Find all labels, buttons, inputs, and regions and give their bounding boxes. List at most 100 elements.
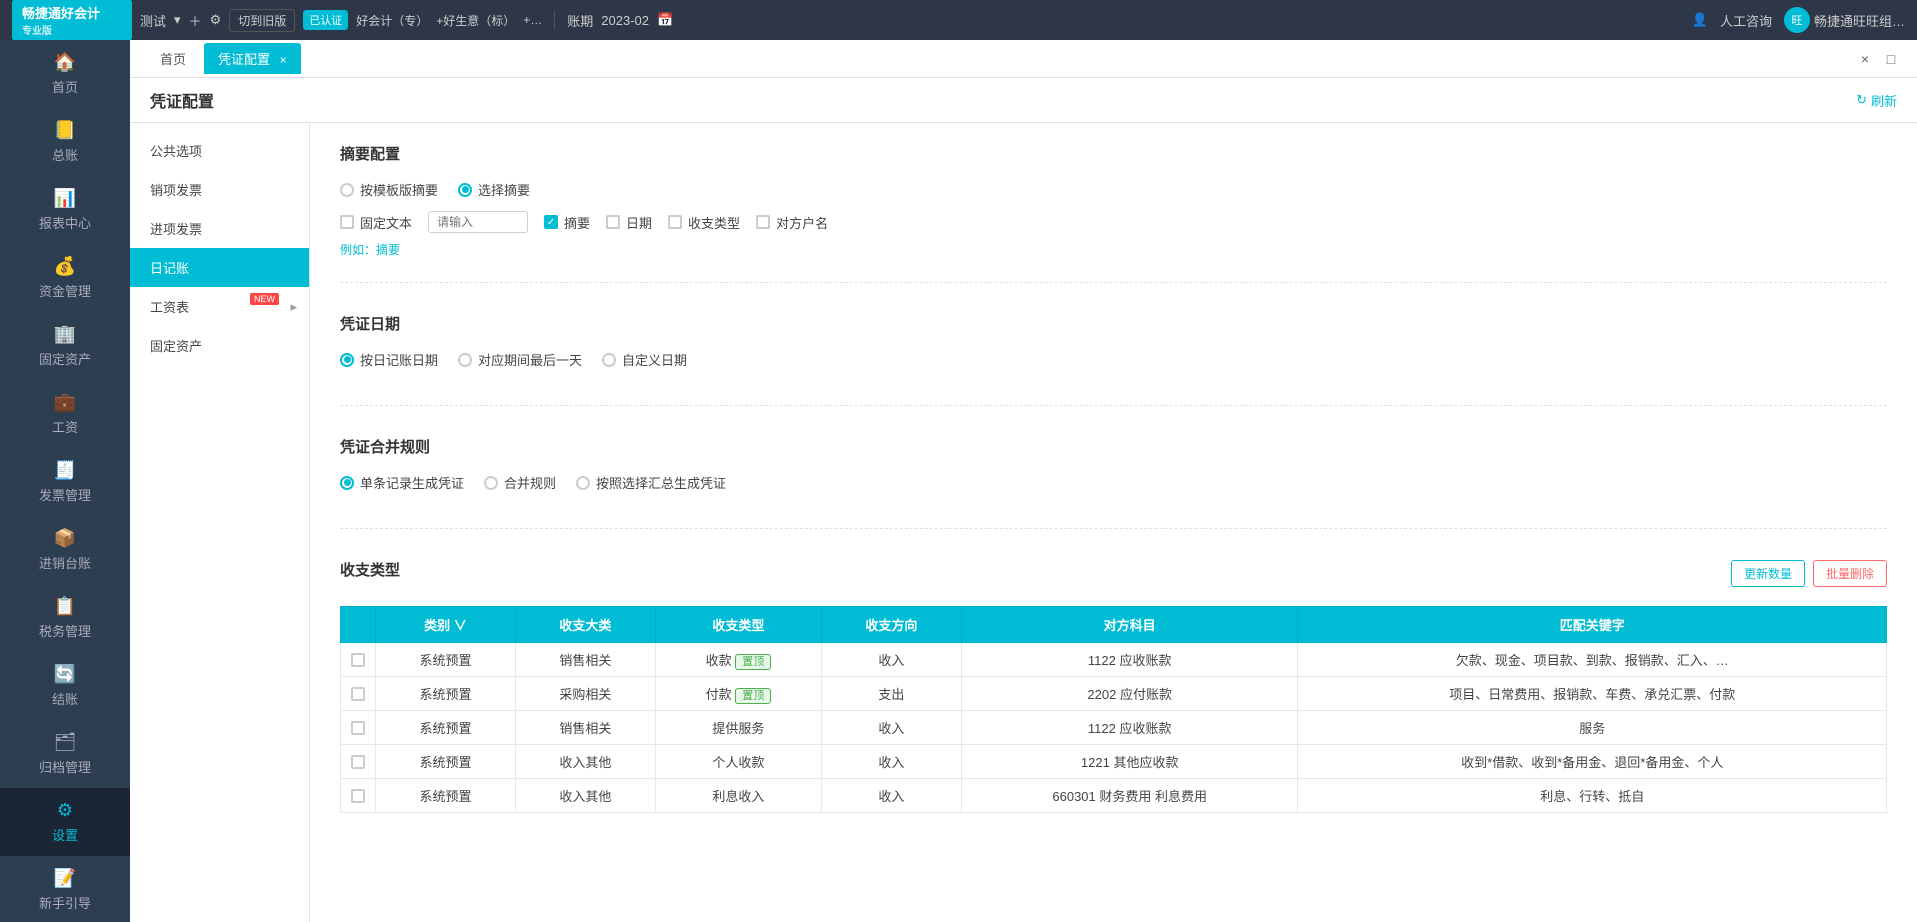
- row-checkbox-1[interactable]: [351, 653, 365, 667]
- period-label: 账期: [567, 11, 593, 30]
- radio-single[interactable]: 单条记录生成凭证: [340, 473, 464, 492]
- checkbox-summary[interactable]: ✓ 摘要: [544, 213, 590, 232]
- checkbox-fixed-text[interactable]: 固定文本: [340, 213, 412, 232]
- tab-close-icon[interactable]: ×: [280, 53, 287, 67]
- batch-delete-button[interactable]: 批量删除: [1813, 560, 1887, 587]
- checkbox-date[interactable]: 日期: [606, 213, 652, 232]
- sidebar-item-purchase-sales[interactable]: 📦 进销台账: [0, 516, 130, 584]
- top-tag-2[interactable]: 置顶: [735, 688, 771, 704]
- th-category: 类别 ∨: [376, 607, 516, 643]
- cell-direction-2: 支出: [821, 677, 961, 711]
- top-tag-1[interactable]: 置顶: [735, 654, 771, 670]
- left-nav-payroll[interactable]: 工资表 NEW ▸: [130, 287, 309, 326]
- row-checkbox-5[interactable]: [351, 789, 365, 803]
- update-quantity-button[interactable]: 更新数量: [1731, 560, 1805, 587]
- sidebar-item-salary[interactable]: 💼 工资: [0, 380, 130, 448]
- switch-version-button[interactable]: 切到旧版: [229, 9, 295, 32]
- cell-main-type-2: 采购相关: [515, 677, 655, 711]
- radio-custom-date[interactable]: 自定义日期: [602, 350, 687, 369]
- chevron-down-icon[interactable]: ▾: [174, 12, 181, 28]
- new-badge: NEW: [250, 293, 279, 305]
- app-logo: 畅捷通好会计 专业版: [12, 0, 132, 41]
- tab-voucher-config[interactable]: 凭证配置 ×: [204, 43, 301, 74]
- sidebar-label-salary: 工资: [52, 417, 78, 436]
- left-nav-purchase-invoice[interactable]: 进项发票: [130, 209, 309, 248]
- refresh-button[interactable]: ↻ 刷新: [1856, 91, 1897, 110]
- cell-type-5: 利息收入: [655, 779, 821, 813]
- tag2: +好生意（标）: [436, 12, 515, 29]
- purchase-icon: 📦: [54, 528, 76, 549]
- left-nav-sales-invoice[interactable]: 销项发票: [130, 170, 309, 209]
- checkbox-payment-type[interactable]: 收支类型: [668, 213, 740, 232]
- select-all-checkbox[interactable]: [351, 618, 365, 632]
- home-icon: 🏠: [54, 52, 76, 73]
- table-row: 系统预置 采购相关 付款 置顶 支出 2202 应付账款 项目、日常费用、报销款…: [341, 677, 1887, 711]
- sidebar-item-invoice[interactable]: 🧾 发票管理: [0, 448, 130, 516]
- cell-direction-5: 收入: [821, 779, 961, 813]
- left-nav-public[interactable]: 公共选项: [130, 131, 309, 170]
- left-nav-journal[interactable]: 日记账: [130, 248, 309, 287]
- row-checkbox-3[interactable]: [351, 721, 365, 735]
- radio-merge[interactable]: 合并规则: [484, 473, 556, 492]
- sidebar-item-guide[interactable]: 📝 新手引导: [0, 856, 130, 922]
- fixed-text-input[interactable]: [428, 211, 528, 233]
- cell-direction-1: 收入: [821, 643, 961, 677]
- sidebar-item-fixed-assets[interactable]: 🏢 固定资产: [0, 312, 130, 380]
- sidebar-item-settlement[interactable]: 🔄 结账: [0, 652, 130, 720]
- sidebar-item-funds[interactable]: 💰 资金管理: [0, 244, 130, 312]
- consult-label[interactable]: 人工咨询: [1720, 11, 1772, 30]
- income-expense-table: 类别 ∨ 收支大类 收支类型 收支方向 对方科目 匹配关键字: [340, 606, 1887, 813]
- row-checkbox-2[interactable]: [351, 687, 365, 701]
- sidebar-item-reports[interactable]: 📊 报表中心: [0, 176, 130, 244]
- radio-period-last[interactable]: 对应期间最后一天: [458, 350, 582, 369]
- cell-type-3: 提供服务: [655, 711, 821, 745]
- close-window-button[interactable]: ×: [1855, 49, 1875, 69]
- radio-circle-journal-date: [340, 353, 354, 367]
- left-nav-fixed-assets[interactable]: 固定资产: [130, 326, 309, 365]
- gear-icon[interactable]: ⚙: [210, 12, 222, 28]
- radio-template[interactable]: 按模板版摘要: [340, 180, 438, 199]
- chevron-right-icon: ▸: [290, 299, 297, 315]
- income-expense-title: 收支类型: [340, 559, 400, 580]
- sidebar-item-settings[interactable]: ⚙ 设置: [0, 788, 130, 856]
- right-config-panel: 摘要配置 按模板版摘要 选择摘要: [310, 123, 1917, 922]
- radio-circle-single: [340, 476, 354, 490]
- cell-keywords-3: 服务: [1298, 711, 1887, 745]
- cell-account-2: 2202 应付账款: [961, 677, 1298, 711]
- row-checkbox-4[interactable]: [351, 755, 365, 769]
- cell-main-type-5: 收入其他: [515, 779, 655, 813]
- voucher-date-section: 凭证日期 按日记账日期 对应期间最后一天 自定义日期: [340, 313, 1887, 406]
- sidebar-item-home[interactable]: 🏠 首页: [0, 40, 130, 108]
- merge-rules-section: 凭证合并规则 单条记录生成凭证 合并规则 按照选择汇总生成凭证: [340, 436, 1887, 529]
- tab-home[interactable]: 首页: [146, 43, 200, 74]
- tag3: +…: [523, 13, 542, 27]
- radio-journal-date[interactable]: 按日记账日期: [340, 350, 438, 369]
- th-checkbox: [341, 607, 376, 643]
- checkbox-counterpart[interactable]: 对方户名: [756, 213, 828, 232]
- settings-icon: ⚙: [57, 800, 73, 821]
- summary-checkbox-row: 固定文本 ✓ 摘要 日期 收支类型: [340, 211, 1887, 233]
- sidebar-label-funds: 资金管理: [39, 281, 91, 300]
- radio-circle-select-summary: [576, 476, 590, 490]
- voucher-date-title: 凭证日期: [340, 313, 1887, 334]
- invoice-icon: 🧾: [54, 460, 76, 481]
- cell-main-type-1: 销售相关: [515, 643, 655, 677]
- sidebar-item-archive[interactable]: 🗂 归档管理: [0, 720, 130, 788]
- add-icon[interactable]: ＋: [189, 11, 202, 30]
- radio-select[interactable]: 选择摘要: [458, 180, 530, 199]
- sidebar-item-general-ledger[interactable]: 📒 总账: [0, 108, 130, 176]
- maximize-window-button[interactable]: □: [1881, 49, 1901, 69]
- radio-circle-period-last: [458, 353, 472, 367]
- radio-circle-custom-date: [602, 353, 616, 367]
- user-info[interactable]: 旺 畅捷通旺旺组…: [1784, 7, 1905, 33]
- logo-name: 畅捷通好会计: [22, 3, 100, 22]
- table-row: 系统预置 收入其他 个人收款 收入 1221 其他应收款 收到*借款、收到*备用…: [341, 745, 1887, 779]
- sidebar-item-tax[interactable]: 📋 税务管理: [0, 584, 130, 652]
- radio-circle-select: [458, 183, 472, 197]
- cell-keywords-4: 收到*借款、收到*备用金、退回*备用金、个人: [1298, 745, 1887, 779]
- th-keywords: 匹配关键字: [1298, 607, 1887, 643]
- radio-select-summary[interactable]: 按照选择汇总生成凭证: [576, 473, 726, 492]
- calendar-icon[interactable]: 📅: [657, 12, 673, 28]
- main-layout: 🏠 首页 📒 总账 📊 报表中心 💰 资金管理 🏢 固定资产 💼 工资 🧾 发票…: [0, 40, 1917, 922]
- window-controls: × □: [1855, 49, 1901, 69]
